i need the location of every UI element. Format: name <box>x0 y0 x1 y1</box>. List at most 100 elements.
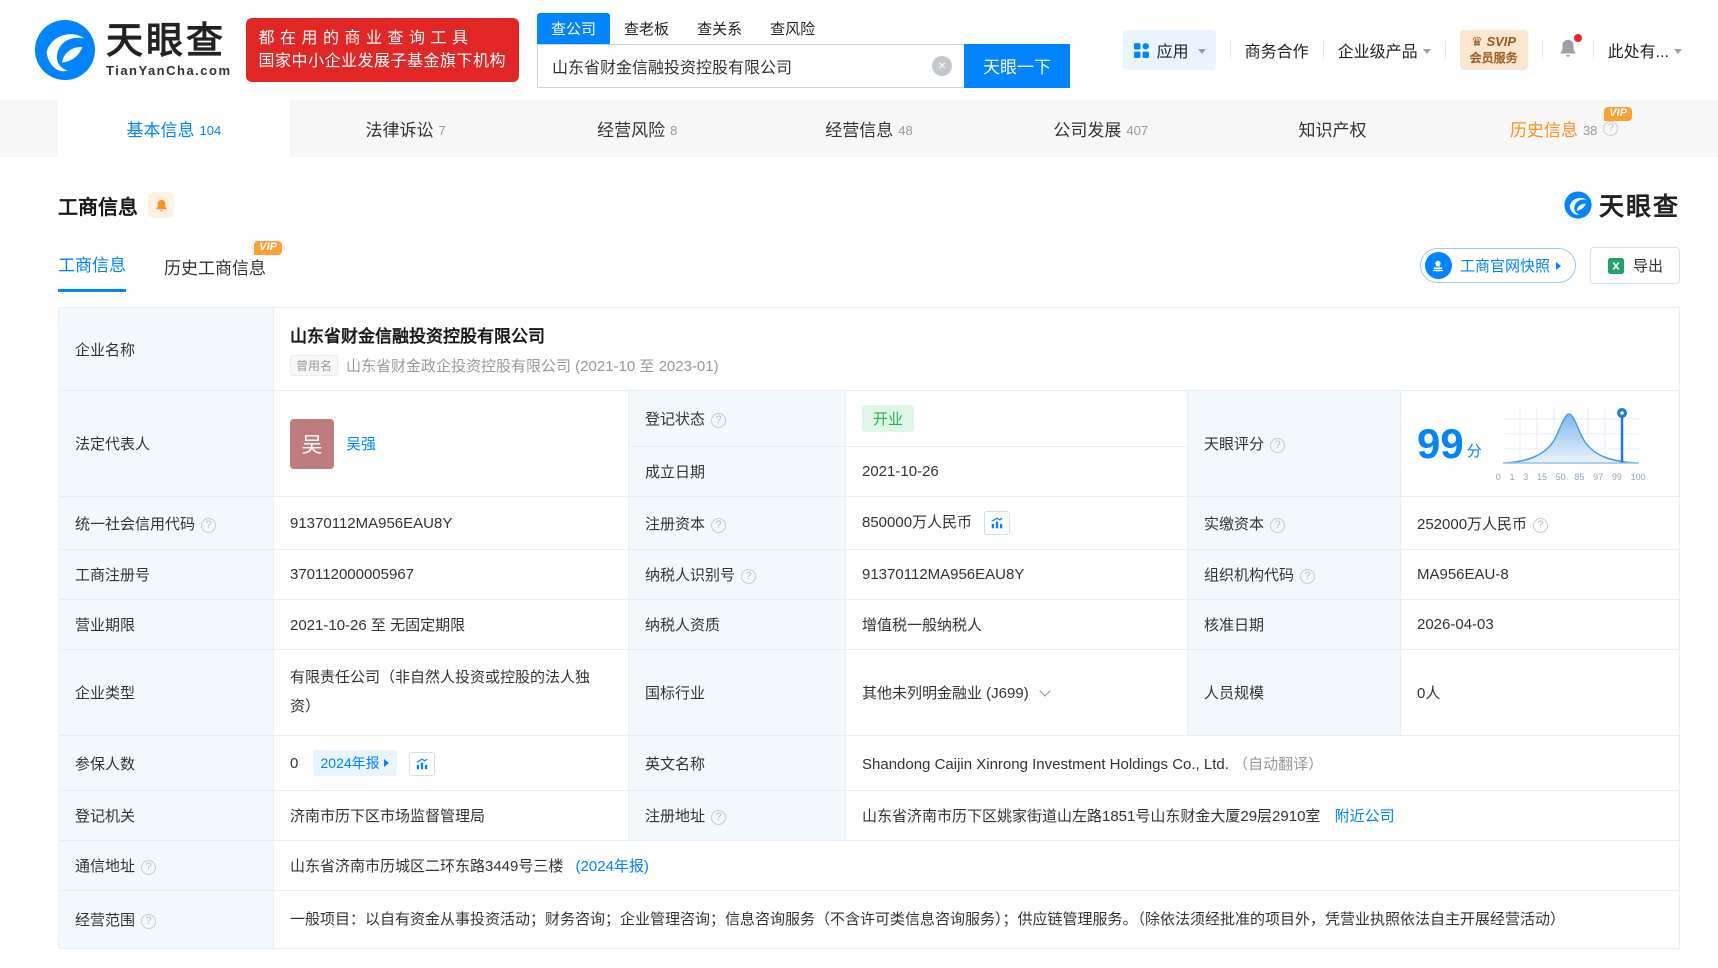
divider <box>1322 41 1324 59</box>
tab-label: 基本信息 <box>126 121 195 140</box>
more-label: 此处有... <box>1607 44 1669 61</box>
help-icon[interactable]: ? <box>1270 517 1286 533</box>
tab-operation-risk[interactable]: 经营风险 8 <box>521 100 753 157</box>
subtab-history-business-info[interactable]: VIP 历史工商信息 <box>164 241 282 292</box>
tianyancha-logo[interactable]: 天眼查 TianYanCha.com <box>34 19 232 81</box>
tab-count: 407 <box>1126 122 1149 138</box>
search-tab-relation[interactable]: 查关系 <box>683 13 756 44</box>
search-tab-company[interactable]: 查公司 <box>537 12 611 44</box>
search-tab-boss[interactable]: 查老板 <box>610 13 683 44</box>
apps-label: 应用 <box>1156 44 1189 61</box>
table-row: 营业期限 2021-10-26 至 无固定期限 纳税人资质 增值税一般纳税人 核… <box>58 599 1680 651</box>
menu-enterprise[interactable]: 企业级产品 <box>1338 38 1431 62</box>
tab-label: 经营信息 <box>825 121 894 140</box>
tab-operation-info[interactable]: 经营信息 48 <box>753 100 985 157</box>
help-icon[interactable]: ? <box>711 517 727 533</box>
help-icon[interactable]: ? <box>141 914 157 930</box>
paid-capital-label: 实缴资本 <box>1204 515 1265 533</box>
help-icon[interactable]: ? <box>741 569 757 585</box>
logo-swirl-icon <box>34 19 96 81</box>
help-icon[interactable]: ? <box>1533 517 1549 533</box>
business-scope-label: 经营范围 <box>75 912 136 930</box>
tab-company-development[interactable]: 公司发展 407 <box>985 100 1217 157</box>
annual-report-badge[interactable]: 2024年报 <box>312 750 397 777</box>
auto-translate-note: （自动翻译） <box>1233 755 1324 773</box>
help-icon[interactable]: ? <box>1300 569 1316 585</box>
reg-address-label: 注册地址 <box>645 808 706 826</box>
top-menu: 应用 商务合作 企业级产品 ♛ SVIP 会员服务 此处有... <box>1122 30 1682 70</box>
tab-label: 公司发展 <box>1053 121 1122 140</box>
nearby-companies-link[interactable]: 附近公司 <box>1335 808 1395 825</box>
insured-trend-button[interactable] <box>408 752 435 777</box>
apps-menu[interactable]: 应用 <box>1122 30 1216 70</box>
tab-legal-proceedings[interactable]: 法律诉讼 7 <box>290 100 522 157</box>
table-row: 法定代表人 吴 吴强 登记状态? 开业 天眼评分? 99 分 0 1 3 15 … <box>58 389 1680 497</box>
industry-value: 其他未列明金融业 (J699) <box>862 685 1029 703</box>
legal-rep-avatar[interactable]: 吴 <box>290 418 334 469</box>
org-code-value: MA956EAU-8 <box>1400 549 1680 601</box>
export-button[interactable]: 导出 <box>1589 247 1680 284</box>
taxpayer-id-label: 纳税人识别号 <box>645 567 736 585</box>
staff-size-value: 0人 <box>1400 649 1680 737</box>
org-code-label: 组织机构代码 <box>1204 567 1295 585</box>
crown-icon: ♛ <box>1471 34 1483 50</box>
main-content: 工商信息 天眼查 工商信息 VIP 历史工商信息 工商官网快照 导出 企业名称 … <box>0 187 1718 950</box>
tab-count: 8 <box>670 122 678 138</box>
chevron-down-icon <box>1197 48 1206 54</box>
help-icon[interactable]: ? <box>201 517 217 533</box>
official-snapshot-button[interactable]: 工商官网快照 <box>1419 248 1576 283</box>
company-type-label: 企业类型 <box>58 649 274 737</box>
former-name-badge: 曾用名 <box>290 355 339 376</box>
chevron-down-icon <box>1674 48 1682 54</box>
reg-capital-value: 850000万人民币 <box>862 514 973 531</box>
reg-address-value: 山东省济南市历下区姚家街道山左路1851号山东财金大厦29层2910室 <box>862 808 1321 826</box>
legal-rep-link[interactable]: 吴强 <box>346 433 376 454</box>
table-row: 登记机关 济南市历下区市场监督管理局 注册地址? 山东省济南市历下区姚家街道山左… <box>58 790 1680 842</box>
search-area: 查公司 查老板 查关系 查风险 × 天眼一下 <box>537 12 1071 88</box>
table-row: 经营范围? 一般项目：以自有资金从事投资活动；财务咨询；企业管理咨询；信息咨询服… <box>58 890 1680 950</box>
promo-line1: 都在用的商业查询工具 <box>258 29 474 47</box>
table-row: 通信地址? 山东省济南市历城区二环东路3449号三楼 (2024年报) <box>58 840 1680 892</box>
help-icon[interactable]: ? <box>1603 121 1619 136</box>
subscribe-bell-button[interactable] <box>148 192 174 218</box>
help-icon[interactable]: ? <box>141 860 157 876</box>
menu-cooperation[interactable]: 商务合作 <box>1245 38 1309 62</box>
table-row: 统一社会信用代码? 91370112MA956EAU8Y 注册资本? 85000… <box>58 495 1680 551</box>
help-icon[interactable]: ? <box>711 413 727 429</box>
divider <box>1444 41 1446 59</box>
search-tab-risk[interactable]: 查风险 <box>756 13 829 44</box>
help-icon[interactable]: ? <box>711 810 727 826</box>
tab-intellectual-property[interactable]: 知识产权 <box>1217 100 1449 157</box>
subtab-label: 历史工商信息 <box>164 259 266 278</box>
apps-grid-icon <box>1133 42 1149 58</box>
notification-bell[interactable] <box>1557 34 1582 63</box>
search-input[interactable] <box>537 43 965 88</box>
industry-label: 国标行业 <box>628 649 846 737</box>
help-icon[interactable]: ? <box>1270 438 1286 453</box>
tab-label: 经营风险 <box>597 121 666 140</box>
business-info-table: 企业名称 山东省财金信融投资控股有限公司 曾用名 山东省财金政企投资控股有限公司… <box>58 307 1680 950</box>
clear-icon[interactable]: × <box>932 55 953 76</box>
export-label: 导出 <box>1632 258 1663 275</box>
tab-count: 104 <box>199 122 222 138</box>
reg-capital-label: 注册资本 <box>645 515 706 533</box>
capital-trend-button[interactable] <box>984 511 1011 536</box>
logo-domain: TianYanCha.com <box>106 63 232 78</box>
notification-dot <box>1573 34 1582 42</box>
annual-report-link[interactable]: (2024年报) <box>576 858 649 875</box>
search-button[interactable]: 天眼一下 <box>964 43 1071 88</box>
approval-date-label: 核准日期 <box>1187 599 1401 651</box>
menu-more[interactable]: 此处有... <box>1608 38 1682 62</box>
tab-history-info[interactable]: VIP 历史信息 38 ? <box>1448 100 1680 157</box>
table-row: 参保人数 0 2024年报 英文名称 Shandong Caijin Xinro… <box>58 735 1680 792</box>
reg-authority-label: 登记机关 <box>58 790 274 842</box>
reg-number-label: 工商注册号 <box>58 549 274 601</box>
reg-status-label: 登记状态 <box>645 411 706 429</box>
chevron-down-icon[interactable] <box>1039 685 1051 697</box>
subtab-business-info[interactable]: 工商信息 <box>58 251 126 292</box>
tab-basic-info[interactable]: 基本信息 104 <box>58 100 290 157</box>
tab-label: 知识产权 <box>1298 121 1367 140</box>
divider <box>1541 41 1543 59</box>
company-type-value: 有限责任公司（非自然人投资或控股的法人独资） <box>273 649 629 737</box>
svip-member-button[interactable]: ♛ SVIP 会员服务 <box>1459 30 1528 70</box>
